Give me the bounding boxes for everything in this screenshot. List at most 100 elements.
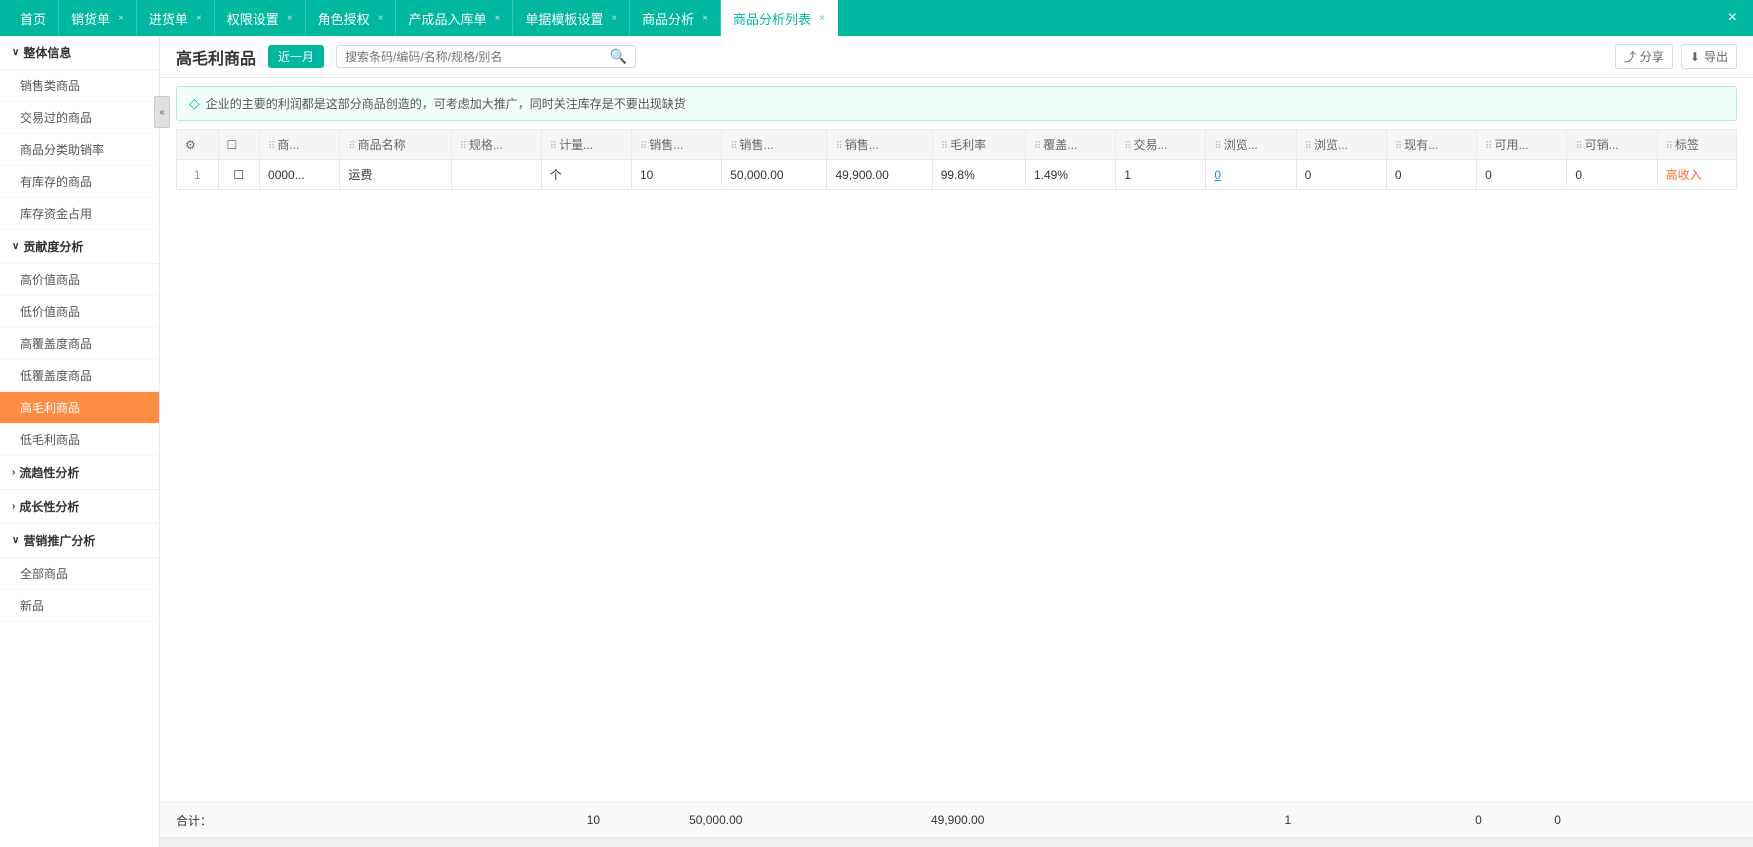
sidebar-group-1[interactable]: ∨贡献度分析 xyxy=(0,230,159,264)
nav-tab-0[interactable]: 首页 xyxy=(8,0,59,36)
sidebar-item-0-0[interactable]: 销售类商品 xyxy=(0,70,159,102)
table-footer: 合计： 1050,000.0049,900.00100 xyxy=(160,802,1753,837)
share-button[interactable]: ⤴ 分享 xyxy=(1615,44,1673,69)
table-wrapper[interactable]: ⚙☐⠿商...⠿商品名称⠿规格...⠿计量...⠿销售...⠿销售...⠿销售.… xyxy=(160,129,1753,802)
search-icon[interactable]: 🔍 xyxy=(610,48,627,65)
select-all-checkbox[interactable]: ☐ xyxy=(227,138,238,152)
notice-bar: ◇ 企业的主要的利润都是这部分商品创造的，可考虑加大推广，同时关注库存是不要出现… xyxy=(176,86,1737,121)
col-header-name[interactable]: ⠿商品名称 xyxy=(340,130,451,160)
sidebar-group-arrow-2: › xyxy=(12,467,15,478)
sidebar-group-4[interactable]: ∨营销推广分析 xyxy=(0,524,159,558)
col-header-tag[interactable]: ⠿标签 xyxy=(1657,130,1736,160)
row-browse1: 0 xyxy=(1206,160,1296,190)
sidebar-item-4-1[interactable]: 新品 xyxy=(0,590,159,622)
row-current: 0 xyxy=(1386,160,1476,190)
search-input[interactable] xyxy=(345,50,606,64)
col-resizer-unit: ⠿ xyxy=(550,141,557,152)
nav-tab-close-1[interactable]: × xyxy=(118,13,124,24)
share-icon: ⤴ xyxy=(1624,48,1636,65)
col-header-saleAmt[interactable]: ⠿销售... xyxy=(722,130,827,160)
export-button[interactable]: ⬇ 导出 xyxy=(1681,44,1737,69)
col-header-saleable[interactable]: ⠿可销... xyxy=(1567,130,1657,160)
sidebar-item-1-0[interactable]: 高价值商品 xyxy=(0,264,159,296)
footer-col-available: 0 xyxy=(1546,811,1625,829)
sidebar-item-1-3[interactable]: 低覆盖度商品 xyxy=(0,360,159,392)
content-header: 高毛利商品 近一月 🔍 ⤴ 分享 ⬇ 导出 xyxy=(160,36,1753,78)
nav-tab-6[interactable]: 单据模板设置× xyxy=(513,0,630,36)
sidebar-item-0-1[interactable]: 交易过的商品 xyxy=(0,102,159,134)
sidebar-item-0-4[interactable]: 库存资金占用 xyxy=(0,198,159,230)
col-resizer-saleProfit: ⠿ xyxy=(835,141,842,152)
sidebar-group-arrow-4: ∨ xyxy=(12,535,19,546)
nav-tab-close-2[interactable]: × xyxy=(196,13,202,24)
sidebar-item-1-4[interactable]: 高毛利商品 xyxy=(0,392,159,424)
row-checkbox[interactable]: ☐ xyxy=(218,160,260,190)
close-all-button[interactable]: × xyxy=(1720,9,1745,27)
col-header-code[interactable]: ⠿商... xyxy=(260,130,340,160)
horizontal-scrollbar[interactable] xyxy=(160,837,1753,847)
col-resizer-name: ⠿ xyxy=(348,141,355,152)
col-header-margin[interactable]: ⠿毛利率 xyxy=(932,130,1025,160)
nav-tab-1[interactable]: 销货单× xyxy=(59,0,137,36)
col-resizer-current: ⠿ xyxy=(1395,141,1402,152)
sidebar-collapse-button[interactable]: « xyxy=(154,96,170,128)
col-header-unit[interactable]: ⠿计量... xyxy=(541,130,631,160)
col-header-spec[interactable]: ⠿规格... xyxy=(451,130,541,160)
nav-tab-close-4[interactable]: × xyxy=(378,13,384,24)
page-title: 高毛利商品 xyxy=(176,45,256,69)
time-filter-button[interactable]: 近一月 xyxy=(268,45,324,68)
browse1-link[interactable]: 0 xyxy=(1214,168,1221,182)
row-unit: 个 xyxy=(541,160,631,190)
nav-tab-close-3[interactable]: × xyxy=(287,13,293,24)
row-trade: 1 xyxy=(1116,160,1206,190)
table-row: 1☐0000...运费个1050,000.0049,900.0099.8%1.4… xyxy=(177,160,1737,190)
sidebar-group-arrow-1: ∨ xyxy=(12,241,19,252)
sidebar-group-0[interactable]: ∨整体信息 xyxy=(0,36,159,70)
nav-tab-4[interactable]: 角色授权× xyxy=(306,0,397,36)
sidebar-item-4-0[interactable]: 全部商品 xyxy=(0,558,159,590)
sidebar-item-1-5[interactable]: 低毛利商品 xyxy=(0,424,159,456)
col-resizer-coverage: ⠿ xyxy=(1034,141,1041,152)
data-table: ⚙☐⠿商...⠿商品名称⠿规格...⠿计量...⠿销售...⠿销售...⠿销售.… xyxy=(176,129,1737,190)
sidebar-item-0-2[interactable]: 商品分类助销率 xyxy=(0,134,159,166)
col-header-checkbox[interactable]: ☐ xyxy=(218,130,260,160)
col-header-available[interactable]: ⠿可用... xyxy=(1477,130,1567,160)
nav-tab-2[interactable]: 进货单× xyxy=(137,0,215,36)
row-margin: 99.8% xyxy=(932,160,1025,190)
col-resizer-tag: ⠿ xyxy=(1666,141,1673,152)
row-spec xyxy=(451,160,541,190)
col-header-saleProfit[interactable]: ⠿销售... xyxy=(827,130,932,160)
nav-tab-8[interactable]: 商品分析列表× xyxy=(721,0,838,36)
col-resizer-code: ⠿ xyxy=(268,141,275,152)
col-header-browse2[interactable]: ⠿浏览... xyxy=(1296,130,1386,160)
footer-col-saleProfit: 49,900.00 xyxy=(923,811,1165,829)
export-icon: ⬇ xyxy=(1690,50,1700,64)
col-header-coverage[interactable]: ⠿覆盖... xyxy=(1025,130,1115,160)
notice-text: 企业的主要的利润都是这部分商品创造的，可考虑加大推广，同时关注库存是不要出现缺货 xyxy=(206,95,686,112)
sidebar-group-2[interactable]: ›流趋性分析 xyxy=(0,456,159,490)
sidebar-item-1-2[interactable]: 高覆盖度商品 xyxy=(0,328,159,360)
sidebar-group-3[interactable]: ›成长性分析 xyxy=(0,490,159,524)
col-resizer-browse1: ⠿ xyxy=(1214,141,1221,152)
nav-tab-close-5[interactable]: × xyxy=(494,13,500,24)
nav-tab-3[interactable]: 权限设置× xyxy=(215,0,306,36)
nav-tab-7[interactable]: 商品分析× xyxy=(630,0,721,36)
sidebar-item-0-3[interactable]: 有库存的商品 xyxy=(0,166,159,198)
col-header-browse1[interactable]: ⠿浏览... xyxy=(1206,130,1296,160)
nav-tab-5[interactable]: 产成品入库单× xyxy=(396,0,513,36)
sidebar: ∨整体信息销售类商品交易过的商品商品分类助销率有库存的商品库存资金占用∨贡献度分… xyxy=(0,36,160,847)
col-header-settings[interactable]: ⚙ xyxy=(177,130,219,160)
notice-icon: ◇ xyxy=(189,95,200,112)
nav-tab-close-7[interactable]: × xyxy=(702,13,708,24)
footer-col-saleAmt: 50,000.00 xyxy=(681,811,923,829)
row-tag-label: 高收入 xyxy=(1666,168,1702,182)
footer-col-trade: 1 xyxy=(1277,811,1356,829)
col-header-trade[interactable]: ⠿交易... xyxy=(1116,130,1206,160)
col-header-saleQty[interactable]: ⠿销售... xyxy=(631,130,721,160)
nav-tab-close-8[interactable]: × xyxy=(819,13,825,24)
nav-tab-close-6[interactable]: × xyxy=(611,13,617,24)
content-area: 高毛利商品 近一月 🔍 ⤴ 分享 ⬇ 导出 ◇ 企业的主要的利润都是这部分商品创… xyxy=(160,36,1753,847)
sidebar-item-1-1[interactable]: 低价值商品 xyxy=(0,296,159,328)
header-actions: ⤴ 分享 ⬇ 导出 xyxy=(1615,44,1737,69)
col-header-current[interactable]: ⠿现有... xyxy=(1386,130,1476,160)
